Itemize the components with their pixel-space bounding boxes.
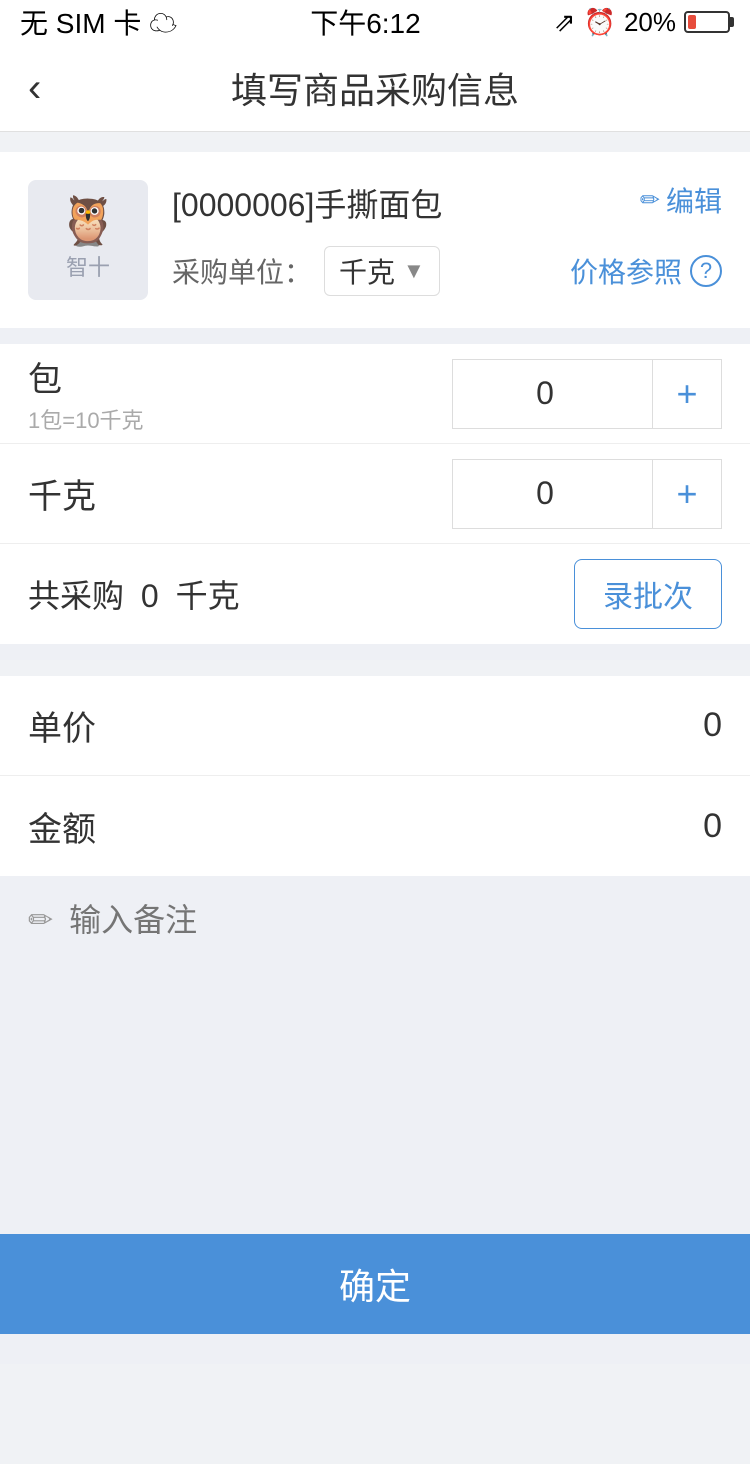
price-ref-button[interactable]: 价格参照 ? xyxy=(570,251,722,291)
remark-input[interactable] xyxy=(69,902,722,939)
page-title: 填写商品采购信息 xyxy=(231,62,519,114)
pencil-icon: ✏ xyxy=(28,903,53,938)
input-section: 包 1包=10千克 + 千克 + xyxy=(0,344,750,544)
edit-button[interactable]: ✏ 编辑 xyxy=(640,180,722,220)
price-value: 0 xyxy=(703,706,722,745)
product-header: [0000006]手撕面包 ✏ 编辑 xyxy=(172,180,722,226)
bao-sublabel: 1包=10千克 xyxy=(28,403,148,435)
status-bar: 无 SIM 卡 ☁ 下午6:12 ⇗ ⏰ 20% xyxy=(0,0,750,44)
product-logo-icon: 🦉 xyxy=(58,198,118,246)
amount-value: 0 xyxy=(703,807,722,846)
info-section: 单价 0 金额 0 xyxy=(0,676,750,876)
edit-icon: ✏ xyxy=(640,186,660,215)
plus-icon-1: + xyxy=(676,373,697,415)
price-ref-label: 价格参照 xyxy=(570,251,682,291)
unit-select[interactable]: 千克 ▼ xyxy=(324,246,440,296)
divider-1 xyxy=(0,328,750,344)
price-label: 单价 xyxy=(28,701,96,750)
sim-text: 无 SIM 卡 ☁ xyxy=(20,2,177,42)
remark-section: ✏ xyxy=(0,876,750,964)
summary-row: 共采购 0 千克 录批次 xyxy=(0,544,750,644)
kg-label-wrap: 千克 xyxy=(28,469,148,518)
bao-label-wrap: 包 1包=10千克 xyxy=(28,352,148,435)
divider-2 xyxy=(0,644,750,660)
status-time: 下午6:12 xyxy=(310,2,421,42)
kg-label: 千克 xyxy=(28,469,148,518)
bao-plus-button[interactable]: + xyxy=(652,359,722,429)
status-right: ⇗ ⏰ 20% xyxy=(554,7,730,38)
kg-plus-button[interactable]: + xyxy=(652,459,722,529)
back-icon: ‹ xyxy=(28,66,41,110)
summary-value: 0 xyxy=(141,578,159,614)
summary-unit: 千克 xyxy=(176,578,240,614)
status-left: 无 SIM 卡 ☁ xyxy=(20,2,177,42)
input-row-bao: 包 1包=10千克 + xyxy=(0,344,750,444)
alarm-icon: ⏰ xyxy=(584,7,616,38)
back-button[interactable]: ‹ xyxy=(28,68,41,108)
bao-input[interactable] xyxy=(452,359,652,429)
plus-icon-2: + xyxy=(676,473,697,515)
amount-row: 金额 0 xyxy=(0,776,750,876)
unit-value: 千克 xyxy=(339,251,395,291)
product-name: [0000006]手撕面包 xyxy=(172,180,624,226)
product-card: 🦉 智十 [0000006]手撕面包 ✏ 编辑 采购单位： 千克 ▼ xyxy=(0,152,750,328)
battery-icon xyxy=(684,11,730,33)
product-unit-row: 采购单位： 千克 ▼ 价格参照 ? xyxy=(172,246,722,296)
unit-selector-wrap: 采购单位： 千克 ▼ xyxy=(172,246,440,296)
battery-percent: 20% xyxy=(624,7,676,38)
product-image-label: 智十 xyxy=(66,250,110,282)
summary-text: 共采购 0 千克 xyxy=(28,571,240,617)
bao-label: 包 xyxy=(28,352,148,401)
kg-input[interactable] xyxy=(452,459,652,529)
confirm-button[interactable]: 确定 xyxy=(0,1234,750,1334)
kg-control: + xyxy=(452,459,722,529)
edit-label: 编辑 xyxy=(666,180,722,220)
product-info: [0000006]手撕面包 ✏ 编辑 采购单位： 千克 ▼ 价格参照 ? xyxy=(172,180,722,296)
price-row: 单价 0 xyxy=(0,676,750,776)
amount-label: 金额 xyxy=(28,802,96,851)
dropdown-icon: ▼ xyxy=(403,258,425,284)
product-image: 🦉 智十 xyxy=(28,180,148,300)
nav-bar: ‹ 填写商品采购信息 xyxy=(0,44,750,132)
location-icon: ⇗ xyxy=(554,7,576,38)
input-row-kg: 千克 + xyxy=(0,444,750,544)
batch-button[interactable]: 录批次 xyxy=(574,559,722,629)
summary-prefix: 共采购 xyxy=(28,578,124,614)
unit-label: 采购单位： xyxy=(172,251,312,291)
bao-control: + xyxy=(452,359,722,429)
help-icon: ? xyxy=(690,255,722,287)
